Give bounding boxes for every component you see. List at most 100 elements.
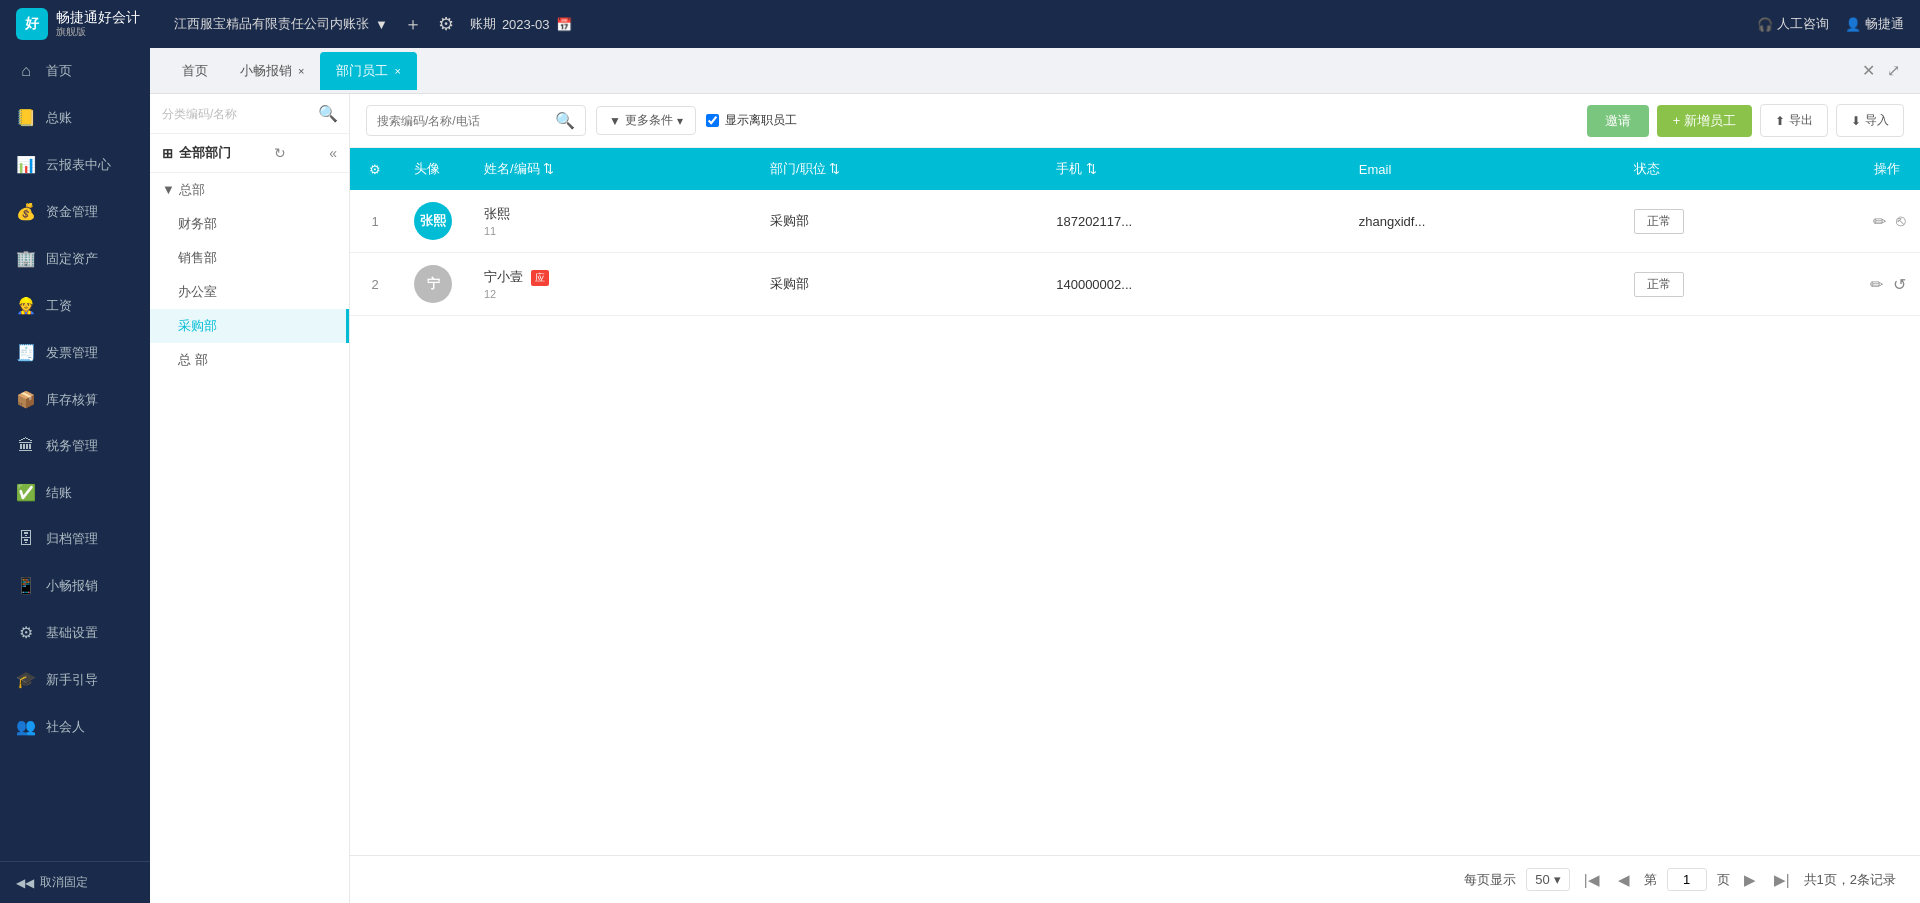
col-settings[interactable]: ⚙ [350,148,400,190]
dept-group-label: 总部 [179,182,205,197]
sidebar-item-funds[interactable]: 💰 资金管理 [0,188,150,235]
main-layout: ⌂ 首页 📒 总账 📊 云报表中心 💰 资金管理 🏢 固定资产 👷 工资 🧾 发… [0,48,1920,903]
home-icon: ⌂ [16,62,36,80]
show-resigned-checkbox[interactable] [706,114,719,127]
sidebar-item-invoice[interactable]: 🧾 发票管理 [0,329,150,376]
next-page-button[interactable]: ▶ [1740,869,1760,891]
sidebar-item-guide[interactable]: 🎓 新手引导 [0,656,150,703]
dept-item-office[interactable]: 办公室 [150,275,349,309]
dept-item-purchase[interactable]: 采购部 [150,309,349,343]
sidebar-item-archive[interactable]: 🗄 归档管理 [0,516,150,562]
grid-icon: ⊞ [162,146,173,161]
employee-name-2: 宁小壹 应 [484,268,742,286]
row-namecard-2: 宁小壹 应 12 [470,253,756,316]
logout-button-1[interactable]: ⎋ [1896,212,1906,231]
employee-code-2: 12 [484,288,742,300]
header-center: ＋ ⚙ 账期 2023-03 📅 [404,12,572,36]
salary-icon: 👷 [16,296,36,315]
dept-item-sales[interactable]: 销售部 [150,241,349,275]
import-button[interactable]: ⬇ 导入 [1836,104,1904,137]
toolbar-right: 邀请 + 新增员工 ⬆ 导出 ⬇ 导入 [1587,104,1904,137]
tab-home[interactable]: 首页 [166,52,224,90]
sidebar-label-salary: 工资 [46,297,72,315]
row-email-2 [1345,253,1620,316]
per-page-select[interactable]: 50 ▾ [1526,868,1569,891]
tab-employees[interactable]: 部门员工 × [320,52,416,90]
col-status: 状态 [1620,148,1800,190]
service-area[interactable]: 🎧 人工咨询 [1757,15,1829,33]
dept-search-icon[interactable]: 🔍 [318,104,338,123]
invoice-icon: 🧾 [16,343,36,362]
employee-name-1: 张熙 [484,205,742,223]
status-badge-1: 正常 [1634,209,1684,234]
all-dept-item[interactable]: ⊞ 全部部门 ↻ « [150,134,349,173]
settings-button[interactable]: ⚙ [438,13,454,35]
collapse-dept-button[interactable]: « [329,145,337,161]
employee-table: ⚙ 头像 姓名/编码 ⇅ 部门/职位 ⇅ [350,148,1920,855]
sidebar-label-checkout: 结账 [46,484,72,502]
dept-item-finance[interactable]: 财务部 [150,207,349,241]
sidebar-item-social[interactable]: 👥 社会人 [0,703,150,750]
row-phone-1: 187202117... [1042,190,1345,253]
page-number-input[interactable] [1667,868,1707,891]
dept-search-input[interactable] [162,107,312,121]
expand-window-button[interactable]: ⤢ [1883,57,1904,84]
close-window-button[interactable]: ✕ [1858,57,1879,84]
pin-toggle[interactable]: ◀◀ 取消固定 [0,861,150,903]
inventory-icon: 📦 [16,390,36,409]
edit-button-1[interactable]: ✏ [1873,212,1886,231]
tab-employees-close[interactable]: × [394,65,400,77]
app-title: 畅捷通好会计 [56,9,140,26]
sidebar-item-checkout[interactable]: ✅ 结账 [0,469,150,516]
filter-icon: ▼ [609,114,621,128]
sidebar-item-home[interactable]: ⌂ 首页 [0,48,150,94]
import-label: 导入 [1865,112,1889,129]
edit-button-2[interactable]: ✏ [1870,275,1883,294]
sidebar-item-ledger[interactable]: 📒 总账 [0,94,150,141]
sidebar-item-tax[interactable]: 🏛 税务管理 [0,423,150,469]
employee-search-input[interactable] [377,114,549,128]
sidebar-item-expense[interactable]: 📱 小畅报销 [0,562,150,609]
sidebar-item-inventory[interactable]: 📦 库存核算 [0,376,150,423]
more-filter-button[interactable]: ▼ 更多条件 ▾ [596,106,696,135]
col-phone[interactable]: 手机 ⇅ [1042,148,1345,190]
company-selector[interactable]: 江西服宝精品有限责任公司内账张 ▼ [174,15,388,33]
pagination-bar: 每页显示 50 ▾ |◀ ◀ 第 页 ▶ ▶| 共1页，2条记录 [350,855,1920,903]
sidebar-item-assets[interactable]: 🏢 固定资产 [0,235,150,282]
prev-page-button[interactable]: ◀ [1614,869,1634,891]
invite-label: 邀请 [1605,113,1631,128]
refresh-dept-button[interactable]: ↻ [274,145,286,161]
export-button[interactable]: ⬆ 导出 [1760,104,1828,137]
sidebar-item-settings[interactable]: ⚙ 基础设置 [0,609,150,656]
dept-panel: 🔍 ⊞ 全部部门 ↻ « ▼ 总部 财务部 [150,94,350,903]
col-name[interactable]: 姓名/编码 ⇅ [470,148,756,190]
dept-group-headquarters[interactable]: ▼ 总部 [150,173,349,207]
top-header: 好 畅捷通好会计 旗舰版 江西服宝精品有限责任公司内账张 ▼ ＋ ⚙ 账期 20… [0,0,1920,48]
employee-code-1: 11 [484,225,742,237]
add-employee-button[interactable]: + 新增员工 [1657,105,1752,137]
col-dept[interactable]: 部门/职位 ⇅ [756,148,1042,190]
user-area[interactable]: 👤 畅捷通 [1845,15,1904,33]
calendar-icon[interactable]: 📅 [556,17,572,32]
col-avatar: 头像 [400,148,470,190]
search-icon[interactable]: 🔍 [555,111,575,130]
invite-button[interactable]: 邀请 [1587,105,1649,137]
dept-finance-label: 财务部 [178,216,217,231]
dept-search-area: 🔍 [150,94,349,134]
dept-item-hq[interactable]: 总 部 [150,343,349,377]
sidebar-item-reports[interactable]: 📊 云报表中心 [0,141,150,188]
last-page-button[interactable]: ▶| [1770,869,1794,891]
guide-icon: 🎓 [16,670,36,689]
add-button[interactable]: ＋ [404,12,422,36]
tab-expense[interactable]: 小畅报销 × [224,52,320,90]
service-label: 人工咨询 [1777,15,1829,33]
delete-button-2[interactable]: ↺ [1893,275,1906,294]
sidebar-label-settings: 基础设置 [46,624,98,642]
logo-icon: 好 [16,8,48,40]
sidebar-label-social: 社会人 [46,718,85,736]
sidebar-item-salary[interactable]: 👷 工资 [0,282,150,329]
first-page-button[interactable]: |◀ [1580,869,1604,891]
employee-tag: 应 [531,270,549,286]
total-records: 共1页，2条记录 [1804,871,1896,889]
tab-expense-close[interactable]: × [298,65,304,77]
